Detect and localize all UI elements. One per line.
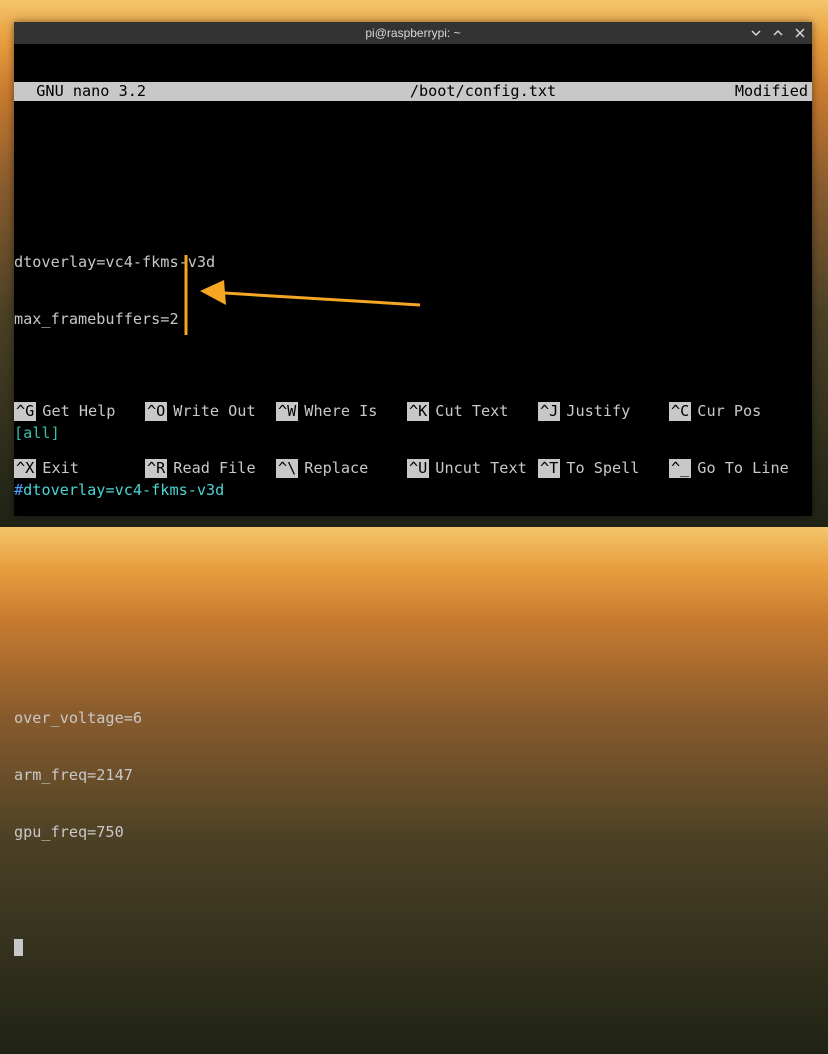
shortcut-label: Cut Text [429, 402, 508, 421]
shortcut-key: ^\ [276, 459, 298, 478]
maximize-button[interactable] [770, 25, 786, 41]
shortcut-label: Replace [298, 459, 368, 478]
shortcut-exit[interactable]: ^XExit [14, 459, 145, 478]
editor-line: max_framebuffers=2 [14, 310, 812, 329]
editor-line: arm_freq=2147 [14, 766, 812, 785]
shortcut-label: Exit [36, 459, 79, 478]
shortcut-uncut-text[interactable]: ^UUncut Text [407, 459, 538, 478]
editor-line [14, 196, 812, 215]
shortcut-label: Uncut Text [429, 459, 526, 478]
shortcut-cur-pos[interactable]: ^CCur Pos [669, 402, 800, 421]
nano-app-name: GNU nano 3.2 [14, 82, 274, 101]
shortcut-get-help[interactable]: ^GGet Help [14, 402, 145, 421]
shortcut-key: ^K [407, 402, 429, 421]
shortcut-key: ^_ [669, 459, 691, 478]
editor-line: gpu_freq=750 [14, 823, 812, 842]
shortcut-replace[interactable]: ^\Replace [276, 459, 407, 478]
terminal-window: pi@raspberrypi: ~ GNU nano 3.2 /boot/con… [14, 22, 812, 516]
close-icon [795, 28, 805, 38]
editor-line [14, 880, 812, 899]
editor-body[interactable]: dtoverlay=vc4-fkms-v3d max_framebuffers=… [14, 158, 812, 994]
shortcut-go-to-line[interactable]: ^_Go To Line [669, 459, 800, 478]
nano-file-path: /boot/config.txt [274, 82, 692, 101]
editor-cursor-line [14, 937, 812, 956]
shortcut-read-file[interactable]: ^RRead File [145, 459, 276, 478]
shortcut-key: ^O [145, 402, 167, 421]
shortcut-label: Read File [167, 459, 255, 478]
window-controls [748, 25, 808, 41]
close-button[interactable] [792, 25, 808, 41]
nano-modified-status: Modified [692, 82, 812, 101]
shortcut-label: Justify [560, 402, 630, 421]
editor-line [14, 595, 812, 614]
shortcut-key: ^J [538, 402, 560, 421]
shortcut-label: Write Out [167, 402, 255, 421]
text-cursor [14, 939, 23, 956]
window-title: pi@raspberrypi: ~ [14, 26, 812, 40]
shortcut-key: ^X [14, 459, 36, 478]
shortcut-row: ^XExit ^RRead File ^\Replace ^UUncut Tex… [14, 459, 812, 478]
nano-header: GNU nano 3.2 /boot/config.txt Modified [14, 82, 812, 101]
shortcut-label: Get Help [36, 402, 115, 421]
shortcut-to-spell[interactable]: ^TTo Spell [538, 459, 669, 478]
shortcut-label: Go To Line [691, 459, 788, 478]
chevron-up-icon [773, 28, 783, 38]
shortcut-row: ^GGet Help ^OWrite Out ^WWhere Is ^KCut … [14, 402, 812, 421]
shortcut-label: Where Is [298, 402, 377, 421]
minimize-button[interactable] [748, 25, 764, 41]
editor-line [14, 652, 812, 671]
shortcut-cut-text[interactable]: ^KCut Text [407, 402, 538, 421]
editor-line: dtoverlay=vc4-fkms-v3d [14, 253, 812, 272]
shortcut-key: ^U [407, 459, 429, 478]
shortcut-label: To Spell [560, 459, 639, 478]
shortcut-justify[interactable]: ^JJustify [538, 402, 669, 421]
nano-shortcut-bar: ^GGet Help ^OWrite Out ^WWhere Is ^KCut … [14, 364, 812, 516]
shortcut-where-is[interactable]: ^WWhere Is [276, 402, 407, 421]
shortcut-key: ^T [538, 459, 560, 478]
shortcut-key: ^G [14, 402, 36, 421]
terminal-viewport[interactable]: GNU nano 3.2 /boot/config.txt Modified d… [14, 44, 812, 516]
editor-line: over_voltage=6 [14, 709, 812, 728]
shortcut-key: ^W [276, 402, 298, 421]
shortcut-label: Cur Pos [691, 402, 761, 421]
chevron-down-icon [751, 28, 761, 38]
editor-line [14, 538, 812, 557]
shortcut-key: ^R [145, 459, 167, 478]
window-titlebar[interactable]: pi@raspberrypi: ~ [14, 22, 812, 44]
shortcut-key: ^C [669, 402, 691, 421]
shortcut-write-out[interactable]: ^OWrite Out [145, 402, 276, 421]
